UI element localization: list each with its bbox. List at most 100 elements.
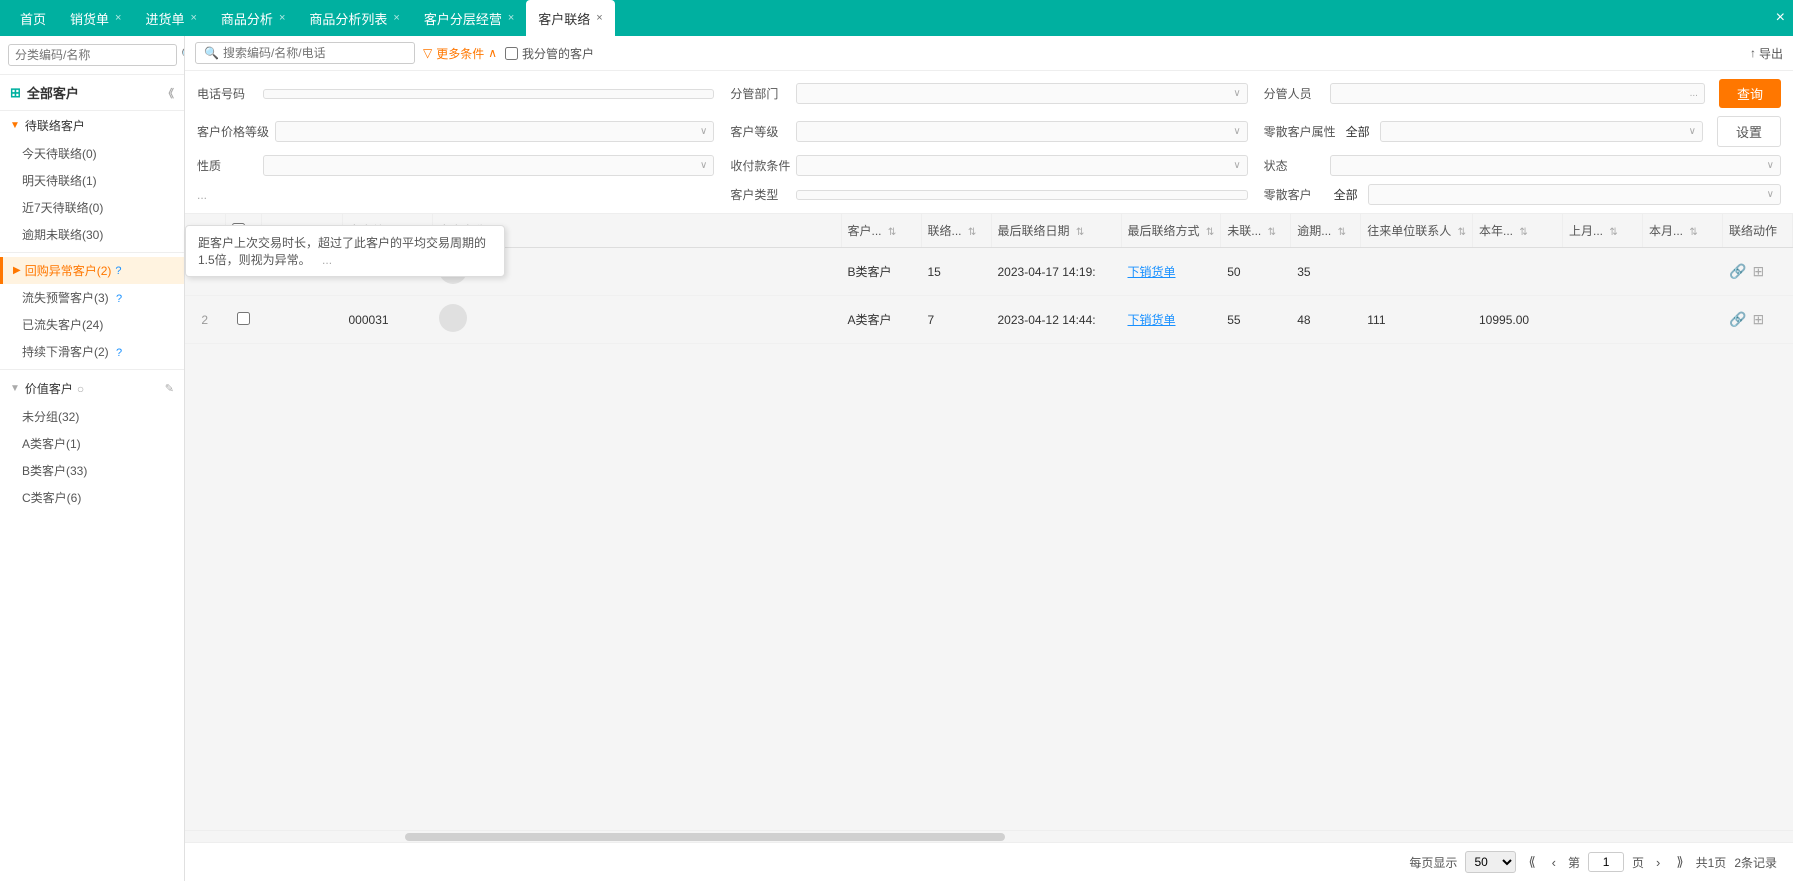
sidebar-item-repurchase-anomaly[interactable]: ▶ 回购异常客户(2) ? — [0, 257, 184, 284]
row-1-message-icon[interactable]: 🔗 — [1729, 263, 1746, 280]
row-2-grid-icon[interactable]: ⊞ — [1752, 311, 1764, 328]
toolbar-search-input[interactable] — [223, 46, 406, 60]
sidebar-item-declining[interactable]: 持续下滑客户(2) ? — [0, 338, 184, 365]
tooltip-ellipsis[interactable]: ... — [322, 253, 332, 267]
close-sales-order-icon[interactable]: × — [115, 12, 121, 24]
query-button[interactable]: 查询 — [1719, 79, 1781, 108]
set-button[interactable]: 设置 — [1717, 116, 1781, 147]
active-indicator: ▶ — [13, 265, 21, 276]
per-page-select[interactable]: 50 100 200 — [1465, 851, 1516, 873]
row-2-way[interactable]: 下销货单 — [1121, 296, 1221, 344]
manager-label: 分管人员 — [1264, 85, 1324, 102]
th-last-contact-way[interactable]: 最后联络方式 ⇅ — [1121, 214, 1221, 248]
th-overdue[interactable]: 逾期... ⇅ — [1291, 214, 1361, 248]
th-partner[interactable]: 往来单位联系人 ⇅ — [1361, 214, 1473, 248]
prev-page-button[interactable]: ‹ — [1548, 853, 1560, 872]
sidebar-all-customers-header[interactable]: ⊞ 全部客户 《 — [0, 75, 184, 111]
nav-product-analysis[interactable]: 商品分析 × — [209, 0, 297, 36]
close-purchase-order-icon[interactable]: × — [190, 12, 196, 24]
price-grade-select[interactable]: ∨ — [275, 121, 714, 142]
sidebar-item-lost-warning[interactable]: 流失预警客户(3) ? — [0, 284, 184, 311]
row-2-checkbox[interactable] — [237, 312, 250, 325]
filter-expand-icon: ∧ — [488, 46, 497, 60]
th-last-month[interactable]: 上月... ⇅ — [1563, 214, 1643, 248]
export-icon: ↑ — [1750, 46, 1756, 60]
next-page-button[interactable]: › — [1652, 853, 1664, 872]
my-customer-checkbox-label[interactable]: 我分管的客户 — [505, 45, 594, 62]
payment-select[interactable]: ∨ — [796, 155, 1247, 176]
more-filter-button[interactable]: ▽ 更多条件 ∧ — [423, 45, 497, 62]
row-2-this-month — [1643, 296, 1723, 344]
nav-purchase-order[interactable]: 进货单 × — [133, 0, 208, 36]
my-customer-checkbox[interactable] — [505, 47, 518, 60]
customer-grade-dropdown-icon: ∨ — [1233, 126, 1240, 137]
gender-select[interactable]: ∨ — [263, 155, 714, 176]
customer-type-select[interactable] — [796, 190, 1247, 200]
sidebar-item-already-lost[interactable]: 已流失客户(24) — [0, 311, 184, 338]
last-page-button[interactable]: ⟫ — [1672, 852, 1687, 872]
th-year[interactable]: 本年... ⇅ — [1473, 214, 1563, 248]
retail-attr-select[interactable]: ∨ — [1380, 121, 1703, 142]
sidebar-pending-header[interactable]: ▼ 待联络客户 — [0, 111, 184, 140]
sidebar-item-today[interactable]: 今天待联络(0) — [0, 140, 184, 167]
first-page-button[interactable]: ⟪ — [1524, 852, 1539, 872]
top-nav: 首页 销货单 × 进货单 × 商品分析 × 商品分析列表 × 客户分层经营 × … — [0, 0, 1793, 36]
table-footer: 每页显示 50 100 200 ⟪ ‹ 第 页 › ⟫ 共1页 2条记录 — [185, 842, 1793, 881]
page-number-input[interactable] — [1588, 852, 1624, 872]
phone-input[interactable] — [263, 89, 714, 99]
row-2-check[interactable] — [225, 296, 261, 344]
row-1-grid-icon[interactable]: ⊞ — [1752, 263, 1764, 280]
retail-customer-value: 全部 — [1334, 186, 1358, 203]
row-2-message-icon[interactable]: 🔗 — [1729, 311, 1746, 328]
retail-attr-dropdown-icon: ∨ — [1689, 126, 1696, 137]
lost-help-icon[interactable]: ? — [116, 293, 122, 305]
toolbar-search-wrapper: 🔍 — [195, 42, 415, 64]
sidebar-search-input[interactable] — [8, 44, 177, 66]
sidebar-item-a-class[interactable]: A类客户(1) — [0, 430, 184, 457]
th-contact[interactable]: 联络... ⇅ — [921, 214, 991, 248]
filter-row-gender: 性质 ∨ — [197, 155, 714, 176]
total-records: 2条记录 — [1734, 854, 1777, 871]
close-all-tabs-button[interactable]: × — [1776, 9, 1785, 27]
nav-customer-tier[interactable]: 客户分层经营 × — [412, 0, 526, 36]
row-1-way[interactable]: 下销货单 — [1121, 248, 1221, 296]
sidebar-item-ungrouped[interactable]: 未分组(32) — [0, 403, 184, 430]
sidebar-collapse-icon[interactable]: 《 — [163, 85, 174, 101]
scrollbar-thumb[interactable] — [405, 833, 1005, 841]
sidebar-item-b-class[interactable]: B类客户(33) — [0, 457, 184, 484]
status-dropdown-icon: ∨ — [1767, 160, 1774, 171]
repurchase-help-icon[interactable]: ? — [115, 265, 121, 277]
customer-grade-select[interactable]: ∨ — [796, 121, 1247, 142]
nav-customer-contact[interactable]: 客户联络 × — [526, 0, 614, 36]
close-customer-contact-icon[interactable]: × — [596, 12, 602, 24]
filter-row-payment: 收付款条件 ∨ — [730, 155, 1247, 176]
dept-select[interactable]: ∨ — [796, 83, 1247, 104]
nav-sales-order[interactable]: 销货单 × — [58, 0, 133, 36]
content-area: 🔍 ▽ 更多条件 ∧ 我分管的客户 ↑ 导出 电话号码 — [185, 36, 1793, 881]
export-button[interactable]: ↑ 导出 — [1750, 45, 1783, 62]
sidebar-item-c-class[interactable]: C类客户(6) — [0, 484, 184, 511]
declining-help-icon[interactable]: ? — [116, 347, 122, 359]
sidebar-item-7days[interactable]: 近7天待联络(0) — [0, 194, 184, 221]
value-group-edit-icon[interactable]: ✎ — [165, 382, 174, 395]
sidebar-value-group-header[interactable]: ▼ 价值客户 ○ ✎ — [0, 374, 184, 403]
th-this-month[interactable]: 本月... ⇅ — [1643, 214, 1723, 248]
close-product-analysis-list-icon[interactable]: × — [393, 12, 399, 24]
retail-customer-select[interactable]: ∨ — [1368, 184, 1781, 205]
sidebar-item-overdue[interactable]: 逾期未联络(30) — [0, 221, 184, 248]
value-group-person-icon[interactable]: ○ — [77, 382, 84, 396]
th-unread[interactable]: 未联... ⇅ — [1221, 214, 1291, 248]
value-group-arrow-icon: ▼ — [10, 383, 20, 394]
nav-home[interactable]: 首页 — [8, 0, 58, 36]
sidebar-item-tomorrow[interactable]: 明天待联络(1) — [0, 167, 184, 194]
nav-product-analysis-list[interactable]: 商品分析列表 × — [297, 0, 411, 36]
manager-select[interactable]: ... — [1330, 83, 1705, 104]
contact-sort-icon: ⇅ — [968, 227, 976, 238]
close-customer-tier-icon[interactable]: × — [508, 12, 514, 24]
close-product-analysis-icon[interactable]: × — [279, 12, 285, 24]
horizontal-scrollbar[interactable] — [185, 830, 1793, 842]
th-last-contact-date[interactable]: 最后联络日期 ⇅ — [991, 214, 1121, 248]
sidebar-divider-2 — [0, 369, 184, 370]
th-type[interactable]: 客户... ⇅ — [841, 214, 921, 248]
status-select[interactable]: ∨ — [1330, 155, 1781, 176]
